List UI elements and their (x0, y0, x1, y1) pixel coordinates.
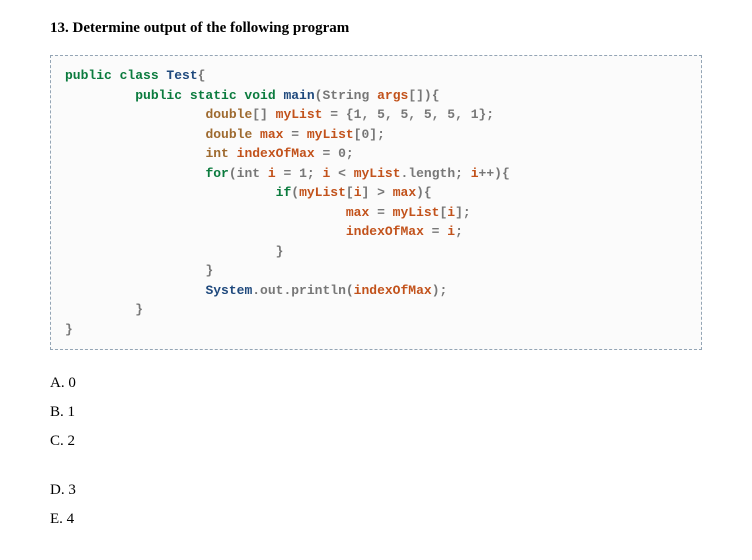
code-var: indexOfMax (237, 146, 315, 161)
code-text: = (424, 224, 447, 239)
code-var: i (268, 166, 276, 181)
code-text: } (65, 322, 73, 337)
code-var: indexOfMax (346, 224, 424, 239)
code-var: i (447, 224, 455, 239)
code-var: myList (354, 166, 401, 181)
code-type: double (205, 127, 260, 142)
code-var: myList (307, 127, 354, 142)
code-method: main (283, 88, 314, 103)
code-text: ); (432, 283, 448, 298)
code-kw: public static void (135, 88, 283, 103)
code-kw: for (205, 166, 228, 181)
answers-list: A. 0 B. 1 C. 2 D. 3 E. 4 (50, 375, 702, 528)
code-var: myList (299, 185, 346, 200)
code-var: i (471, 166, 479, 181)
code-text: ]; (455, 205, 471, 220)
code-var: indexOfMax (354, 283, 432, 298)
code-text: ){ (416, 185, 432, 200)
question-title: 13. Determine output of the following pr… (50, 20, 702, 37)
code-class: Test (166, 68, 197, 83)
code-var: i (447, 205, 455, 220)
code-kw: if (276, 185, 292, 200)
code-text: } (205, 263, 213, 278)
code-text: .out.println( (252, 283, 353, 298)
code-text: .length; (401, 166, 471, 181)
code-text: (int (229, 166, 268, 181)
code-class: System (205, 283, 252, 298)
code-text: [ (346, 185, 354, 200)
question-text: Determine output of the following progra… (73, 20, 350, 36)
code-var: max (393, 185, 416, 200)
code-text: = 1; (276, 166, 323, 181)
answer-option-b[interactable]: B. 1 (50, 404, 702, 421)
code-text: } (135, 302, 143, 317)
code-text: [0]; (354, 127, 385, 142)
code-text: [] (252, 107, 275, 122)
code-text: = 0; (315, 146, 354, 161)
code-var: args (377, 88, 408, 103)
code-text: ; (455, 224, 463, 239)
code-text: ++){ (479, 166, 510, 181)
question-number: 13. (50, 20, 69, 36)
code-var: myList (276, 107, 323, 122)
code-kw: public class (65, 68, 166, 83)
code-text: ] > (362, 185, 393, 200)
code-text: ( (291, 185, 299, 200)
answer-option-a[interactable]: A. 0 (50, 375, 702, 392)
answer-option-c[interactable]: C. 2 (50, 433, 702, 450)
code-text: (String (315, 88, 377, 103)
code-text: } (276, 244, 284, 259)
code-var: myList (393, 205, 440, 220)
code-type: int (205, 146, 236, 161)
code-type: double (205, 107, 252, 122)
code-text: []){ (408, 88, 439, 103)
answer-option-d[interactable]: D. 3 (50, 482, 702, 499)
code-text: = {1, 5, 5, 5, 5, 1}; (322, 107, 494, 122)
code-text: { (198, 68, 206, 83)
code-text: < (330, 166, 353, 181)
code-var: max (260, 127, 283, 142)
code-var: max (346, 205, 369, 220)
code-var: i (354, 185, 362, 200)
code-text: = (283, 127, 306, 142)
code-block: public class Test{ public static void ma… (50, 55, 702, 350)
code-text: = (369, 205, 392, 220)
answer-option-e[interactable]: E. 4 (50, 511, 702, 528)
